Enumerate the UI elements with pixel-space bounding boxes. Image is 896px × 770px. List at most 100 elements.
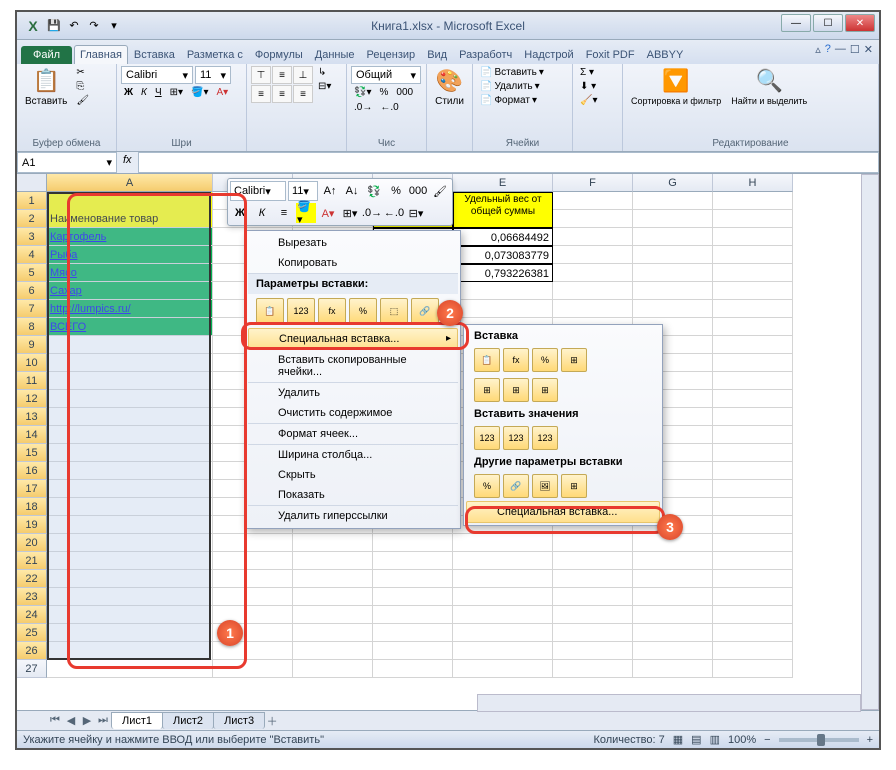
cell[interactable] xyxy=(713,228,793,246)
sheet-nav-prev-icon[interactable]: ◀ xyxy=(63,714,79,727)
sheet-nav-next-icon[interactable]: ▶ xyxy=(79,714,95,727)
mini-percent-icon[interactable]: % xyxy=(386,181,406,201)
ribbon-minimize-icon[interactable]: ▵ xyxy=(815,43,821,56)
tab-formulas[interactable]: Формулы xyxy=(249,45,309,64)
col-header-h[interactable]: H xyxy=(713,174,793,192)
cell[interactable] xyxy=(553,282,633,300)
mini-format-painter-icon[interactable]: 🖌 xyxy=(430,181,450,201)
cell[interactable] xyxy=(713,606,793,624)
cell[interactable] xyxy=(633,552,713,570)
paste-formulas-icon[interactable]: fx xyxy=(318,298,346,324)
file-tab[interactable]: Файл xyxy=(21,46,72,64)
thousands-button[interactable]: 000 xyxy=(393,86,416,99)
cell[interactable] xyxy=(713,516,793,534)
ctx-remove-hyperlinks[interactable]: Удалить гиперссылки xyxy=(248,506,458,526)
copy-icon[interactable]: ⎘ xyxy=(73,80,92,93)
tab-view[interactable]: Вид xyxy=(421,45,453,64)
doc-restore-button[interactable]: ☐ xyxy=(850,43,860,56)
sub-other-linkpic-icon[interactable]: ⊞ xyxy=(561,474,587,498)
paste-formatting-icon[interactable]: % xyxy=(349,298,377,324)
wrap-text-button[interactable]: ↳ xyxy=(315,66,334,79)
cell[interactable] xyxy=(293,642,373,660)
cell[interactable] xyxy=(553,300,633,318)
cell[interactable] xyxy=(373,606,453,624)
cell[interactable] xyxy=(553,534,633,552)
sub-paste-formulas-icon[interactable]: fx xyxy=(503,348,529,372)
row-header-27[interactable]: 27 xyxy=(17,660,47,678)
doc-minimize-button[interactable]: — xyxy=(835,43,846,56)
row-header-8[interactable]: 8 xyxy=(17,318,47,336)
tab-home[interactable]: Главная xyxy=(74,45,128,64)
cell[interactable] xyxy=(633,282,713,300)
cell[interactable] xyxy=(373,660,453,678)
sheet-tab-2[interactable]: Лист2 xyxy=(162,712,214,729)
cell[interactable] xyxy=(633,246,713,264)
cell[interactable] xyxy=(213,570,293,588)
cell[interactable] xyxy=(293,660,373,678)
cell[interactable] xyxy=(213,534,293,552)
ctx-hide[interactable]: Скрыть xyxy=(248,465,458,485)
mini-currency-icon[interactable]: 💱 xyxy=(364,181,384,201)
view-normal-icon[interactable]: ▦ xyxy=(673,733,683,746)
cell[interactable] xyxy=(713,210,793,228)
paste-noborders-icon[interactable]: ⬚ xyxy=(380,298,408,324)
tab-foxit[interactable]: Foxit PDF xyxy=(580,45,641,64)
cells-delete-button[interactable]: 📄 Удалить ▾ xyxy=(477,80,547,93)
cell[interactable] xyxy=(553,642,633,660)
maximize-button[interactable]: ☐ xyxy=(813,14,843,32)
row-header-6[interactable]: 6 xyxy=(17,282,47,300)
tab-insert[interactable]: Вставка xyxy=(128,45,181,64)
fill-button[interactable]: ⬇ ▾ xyxy=(577,80,600,93)
align-bottom-icon[interactable]: ⊥ xyxy=(293,66,313,84)
sub-values-icon[interactable]: 123 xyxy=(474,426,500,450)
cell[interactable] xyxy=(713,300,793,318)
sub-paste-widths-icon[interactable]: ⊞ xyxy=(474,378,500,402)
cell[interactable] xyxy=(293,552,373,570)
cell[interactable] xyxy=(713,354,793,372)
cell[interactable] xyxy=(713,462,793,480)
ctx-copy[interactable]: Копировать xyxy=(248,253,458,274)
sub-paste-all-icon[interactable]: 📋 xyxy=(474,348,500,372)
col-header-e[interactable]: E xyxy=(453,174,553,192)
view-pagebreak-icon[interactable]: ▥ xyxy=(710,733,720,746)
ctx-special-paste[interactable]: Специальная вставка...▸ xyxy=(248,328,458,350)
sub-special-paste[interactable]: Специальная вставка... xyxy=(466,501,660,523)
mini-font-combo[interactable]: Calibri ▾ xyxy=(230,181,286,201)
italic-button[interactable]: К xyxy=(138,86,150,99)
tab-data[interactable]: Данные xyxy=(309,45,361,64)
row-header-3[interactable]: 3 xyxy=(17,228,47,246)
cell[interactable]: 0,073083779 xyxy=(453,246,553,264)
cell[interactable] xyxy=(713,372,793,390)
percent-button[interactable]: % xyxy=(376,86,391,99)
cell[interactable] xyxy=(633,588,713,606)
paste-link-icon[interactable]: 🔗 xyxy=(411,298,439,324)
mini-size-combo[interactable]: 11 ▾ xyxy=(288,181,318,201)
cell[interactable] xyxy=(633,606,713,624)
cell[interactable] xyxy=(453,624,553,642)
ctx-show[interactable]: Показать xyxy=(248,485,458,506)
font-name-combo[interactable]: Calibri▾ xyxy=(121,66,193,84)
cell[interactable] xyxy=(453,642,553,660)
row-header-15[interactable]: 15 xyxy=(17,444,47,462)
cell[interactable] xyxy=(553,210,633,228)
cell[interactable] xyxy=(453,552,553,570)
tab-layout[interactable]: Разметка с xyxy=(181,45,249,64)
cell[interactable] xyxy=(553,660,633,678)
row-header-9[interactable]: 9 xyxy=(17,336,47,354)
sub-paste-format-icon[interactable]: % xyxy=(532,348,558,372)
sheet-tab-1[interactable]: Лист1 xyxy=(111,712,163,729)
cell[interactable] xyxy=(713,444,793,462)
row-header-18[interactable]: 18 xyxy=(17,498,47,516)
cell[interactable] xyxy=(713,318,793,336)
cell[interactable] xyxy=(713,246,793,264)
align-center-icon[interactable]: ≡ xyxy=(272,85,292,103)
sub-other-link-icon[interactable]: 🔗 xyxy=(503,474,529,498)
merge-button[interactable]: ⊟▾ xyxy=(315,80,334,93)
bold-button[interactable]: Ж xyxy=(121,86,136,99)
cell[interactable] xyxy=(633,210,713,228)
col-header-f[interactable]: F xyxy=(553,174,633,192)
cell[interactable] xyxy=(633,660,713,678)
zoom-level[interactable]: 100% xyxy=(728,734,756,746)
ctx-cut[interactable]: Вырезать xyxy=(248,233,458,253)
help-icon[interactable]: ? xyxy=(825,43,831,56)
